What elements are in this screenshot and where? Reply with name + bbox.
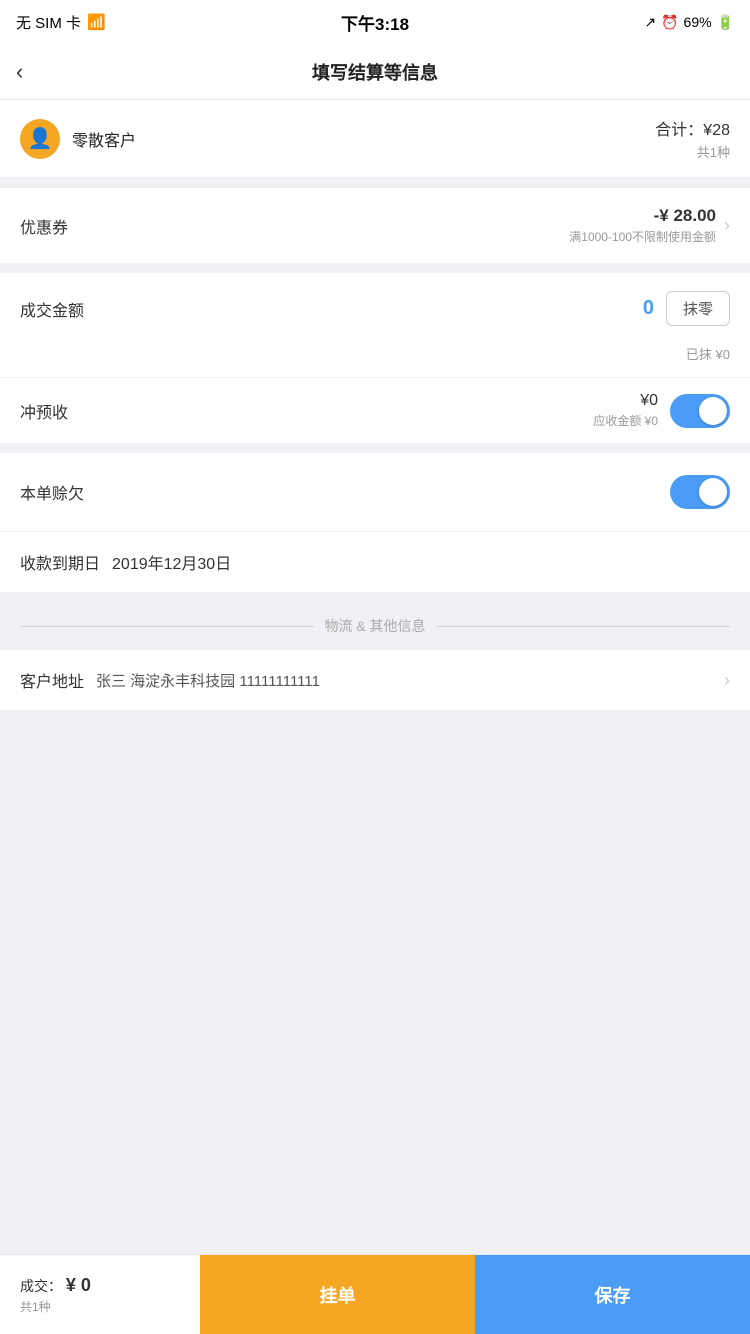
debit-section: 本单赊欠 收款到期日 2019年12月30日 (0, 453, 750, 592)
debit-label: 本单赊欠 (20, 480, 84, 504)
alarm-icon: ⏰ (661, 14, 678, 31)
due-date-value: 2019年12月30日 (112, 550, 231, 574)
logistics-divider: 物流 & 其他信息 (0, 602, 750, 650)
page-title: 填写结算等信息 (312, 59, 438, 85)
customer-right: 合计：¥28 共1种 (655, 116, 730, 161)
coupon-right: -¥ 28.00 满1000-100不限制使用金额 › (569, 206, 730, 245)
pending-button[interactable]: 挂单 (200, 1255, 475, 1334)
transaction-value: 0 (643, 297, 654, 320)
coupon-label: 优惠券 (20, 214, 68, 238)
sim-status: 无 SIM 卡 (16, 12, 81, 33)
bottom-bar: 成交： ¥ 0 共1种 挂单 保存 (0, 1254, 750, 1334)
coupon-value: -¥ 28.00 满1000-100不限制使用金额 (569, 206, 716, 245)
customer-left: 👤 零散客户 (20, 119, 136, 159)
customer-row: 👤 零散客户 合计：¥28 共1种 (0, 100, 750, 177)
address-chevron-icon: › (724, 670, 730, 691)
bottom-deal: 成交： ¥ 0 (20, 1275, 180, 1296)
transaction-prereceive-section: 成交金额 0 抹零 已抹 ¥0 冲预收 ¥0 应收金额 ¥0 (0, 273, 750, 443)
avatar-icon: 👤 (28, 126, 53, 151)
address-label: 客户地址 (20, 668, 84, 692)
divider-line-left (20, 626, 314, 627)
deal-label: 成交： (20, 1278, 62, 1294)
already-rounded-text: 已抹 ¥0 (0, 344, 750, 377)
battery-percent: 69% (684, 14, 712, 30)
transaction-row: 成交金额 0 抹零 (0, 273, 750, 344)
address-value: 张三 海淀永丰科技园 11111111111 (96, 670, 724, 691)
customer-section: 👤 零散客户 合计：¥28 共1种 (0, 100, 750, 177)
discount-amount: -¥ 28.00 (569, 206, 716, 226)
prereceive-label: 冲预收 (20, 399, 68, 423)
status-right: ↗ ⏰ 69% 🔋 (644, 14, 734, 31)
logistics-label: 物流 & 其他信息 (324, 616, 425, 636)
divider-line-right (436, 626, 730, 627)
status-time: 下午3:18 (341, 10, 409, 35)
bottom-info: 成交： ¥ 0 共1种 (0, 1275, 200, 1315)
bottom-count: 共1种 (20, 1298, 180, 1315)
prereceive-row: 冲预收 ¥0 应收金额 ¥0 (0, 377, 750, 443)
wifi-icon: 📶 (87, 13, 106, 31)
debit-row: 本单赊欠 (0, 453, 750, 531)
due-date-label: 收款到期日 (20, 550, 100, 574)
coupon-section[interactable]: 优惠券 -¥ 28.00 满1000-100不限制使用金额 › (0, 187, 750, 263)
address-section[interactable]: 客户地址 张三 海淀永丰科技园 11111111111 › (0, 650, 750, 710)
due-date-row: 收款到期日 2019年12月30日 (0, 531, 750, 592)
round-button[interactable]: 抹零 (666, 291, 730, 326)
coupon-row[interactable]: 优惠券 -¥ 28.00 满1000-100不限制使用金额 › (0, 187, 750, 263)
total-amount: 合计：¥28 (655, 116, 730, 140)
deal-amount: ¥ 0 (66, 1275, 91, 1295)
location-icon: ↗ (644, 14, 656, 31)
customer-avatar: 👤 (20, 119, 60, 159)
status-bar: 无 SIM 卡 📶 下午3:18 ↗ ⏰ 69% 🔋 (0, 0, 750, 44)
status-left: 无 SIM 卡 📶 (16, 12, 106, 33)
prereceive-amount: ¥0 (593, 392, 658, 410)
main-content: 👤 零散客户 合计：¥28 共1种 优惠券 -¥ 28.00 满1000-100… (0, 100, 750, 810)
prereceive-value: ¥0 应收金额 ¥0 (593, 392, 658, 429)
nav-bar: ‹ 填写结算等信息 (0, 44, 750, 100)
customer-name: 零散客户 (72, 127, 136, 151)
chevron-right-icon: › (724, 215, 730, 236)
transaction-label: 成交金额 (20, 297, 84, 321)
discount-note: 满1000-100不限制使用金额 (569, 228, 716, 245)
address-row[interactable]: 客户地址 张三 海淀永丰科技园 11111111111 › (0, 650, 750, 710)
back-button[interactable]: ‹ (16, 59, 23, 85)
transaction-right: 0 抹零 (643, 291, 730, 326)
total-count: 共1种 (655, 142, 730, 161)
prereceive-toggle[interactable] (670, 394, 730, 428)
prereceive-sub: 应收金额 ¥0 (593, 412, 658, 429)
debit-toggle[interactable] (670, 475, 730, 509)
battery-icon: 🔋 (717, 14, 734, 31)
prereceive-right: ¥0 应收金额 ¥0 (593, 392, 730, 429)
save-button[interactable]: 保存 (475, 1255, 750, 1334)
